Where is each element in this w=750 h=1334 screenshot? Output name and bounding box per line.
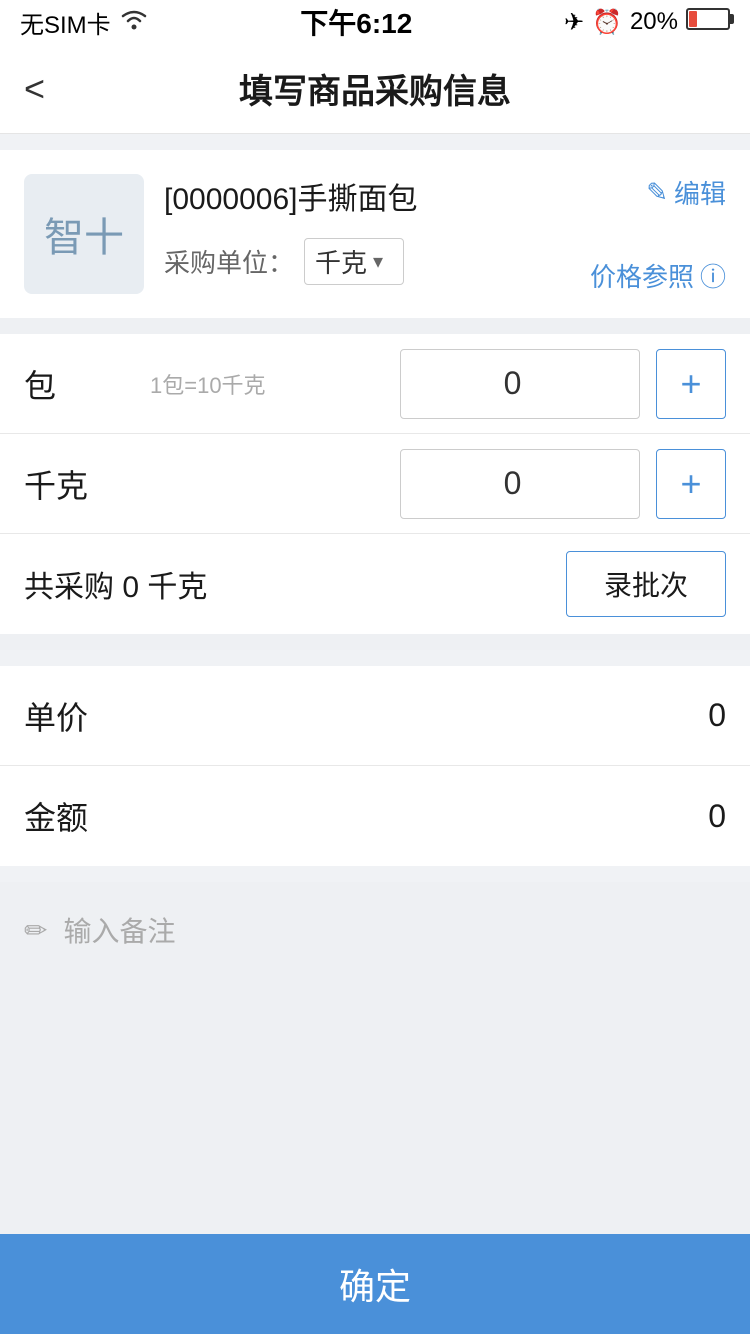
status-bar: 无SIM卡 下午6:12 ✈ ⏰ 20% <box>0 0 750 44</box>
bag-plus-icon: + <box>680 363 701 405</box>
pencil-icon: ✏ <box>24 914 47 947</box>
kg-input-wrapper: + <box>144 449 726 519</box>
unit-label: 采购单位： <box>164 243 294 280</box>
price-ref-label: 价格参照 <box>590 257 694 294</box>
status-time: 下午6:12 <box>300 2 412 42</box>
battery-icon <box>686 8 730 37</box>
battery-percentage: 20% <box>630 8 678 36</box>
unit-select[interactable]: 千克 ▾ <box>304 238 404 285</box>
location-icon: ✈ <box>564 8 584 37</box>
dropdown-arrow-icon: ▾ <box>373 249 383 274</box>
edit-button[interactable]: ✎ 编辑 <box>646 174 726 211</box>
amount-value: 0 <box>708 798 726 835</box>
confirm-label: 确定 <box>339 1258 411 1310</box>
bag-hint: 1包=10千克 <box>150 368 266 400</box>
confirm-button[interactable]: 确定 <box>0 1234 750 1334</box>
record-batch-button[interactable]: 录批次 <box>566 551 726 617</box>
unit-price-row: 单价 0 <box>0 666 750 766</box>
divider-1 <box>0 318 750 334</box>
product-name: [0000006]手撕面包 <box>164 174 726 218</box>
remark-placeholder: 输入备注 <box>63 910 175 950</box>
carrier-text: 无SIM卡 <box>20 5 111 40</box>
alarm-icon: ⏰ <box>592 8 622 37</box>
bag-plus-button[interactable]: + <box>656 349 726 419</box>
kg-label: 千克 <box>24 461 144 507</box>
unit-select-value: 千克 <box>315 243 367 280</box>
divider-2 <box>0 634 750 650</box>
kg-input[interactable] <box>400 449 640 519</box>
record-batch-label: 录批次 <box>604 564 688 604</box>
bag-input-row: 包 1包=10千克 + <box>0 334 750 434</box>
amount-row: 金额 0 <box>0 766 750 866</box>
product-logo-text: 智十 <box>44 205 124 263</box>
product-image: 智十 <box>24 174 144 294</box>
kg-plus-icon: + <box>680 463 701 505</box>
nav-bar: < 填写商品采购信息 <box>0 44 750 134</box>
bag-input-wrapper: + <box>266 349 726 419</box>
price-ref-button[interactable]: 价格参照 ⓘ <box>590 257 726 294</box>
product-card: 智十 [0000006]手撕面包 采购单位： 千克 ▾ ✎ 编辑 价格参照 ⓘ <box>0 150 750 318</box>
status-left: 无SIM卡 <box>20 5 149 40</box>
input-section: 包 1包=10千克 + 千克 + <box>0 334 750 534</box>
status-right: ✈ ⏰ 20% <box>564 8 730 37</box>
wifi-icon <box>119 8 149 37</box>
unit-price-value: 0 <box>708 697 726 734</box>
total-row: 共采购 0 千克 录批次 <box>0 534 750 634</box>
back-button[interactable]: < <box>24 68 45 110</box>
total-text: 共采购 0 千克 <box>24 562 207 606</box>
price-section: 单价 0 金额 0 <box>0 666 750 866</box>
kg-input-row: 千克 + <box>0 434 750 534</box>
remark-section[interactable]: ✏ 输入备注 <box>0 882 750 978</box>
amount-label: 金额 <box>24 793 88 839</box>
unit-price-label: 单价 <box>24 693 88 739</box>
kg-plus-button[interactable]: + <box>656 449 726 519</box>
page-title: 填写商品采购信息 <box>239 64 511 113</box>
edit-label: 编辑 <box>674 174 726 211</box>
edit-icon: ✎ <box>646 177 668 208</box>
bag-input[interactable] <box>400 349 640 419</box>
bag-label: 包 <box>24 361 144 407</box>
price-ref-icon: ⓘ <box>700 257 726 294</box>
